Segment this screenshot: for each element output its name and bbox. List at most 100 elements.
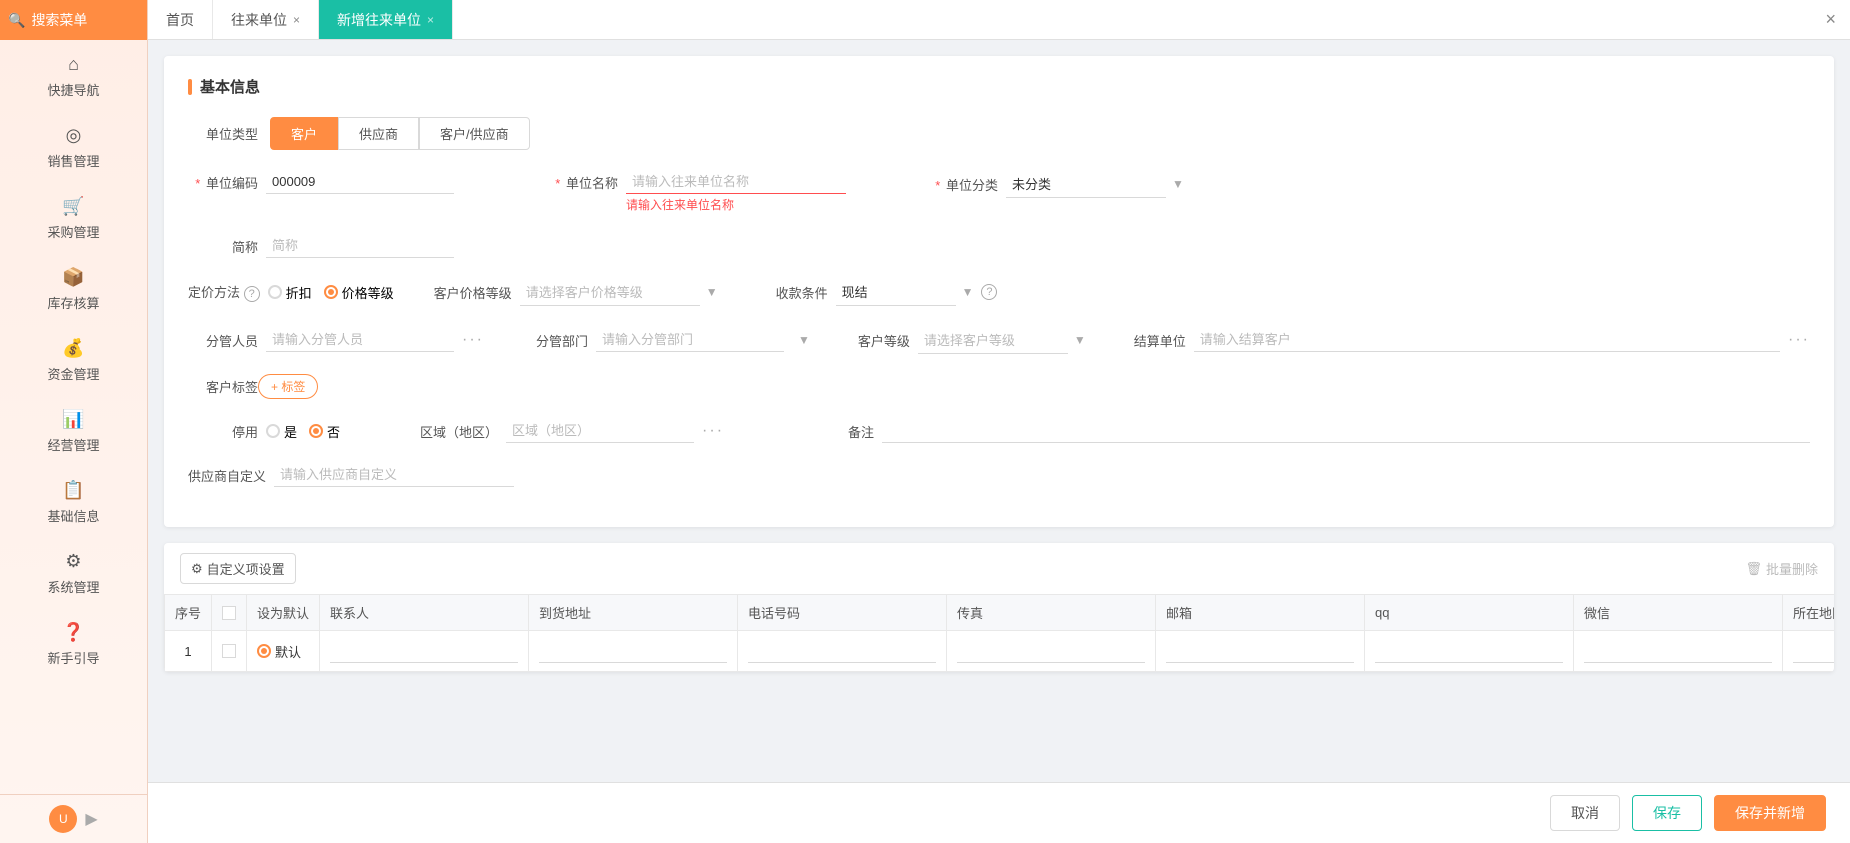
wechat-input[interactable] (1584, 639, 1772, 663)
save-button[interactable]: 保存 (1632, 795, 1702, 831)
manager-row: 分管人员 ··· 分管部门 ▼ 客户等级 请选择客户等级 (188, 326, 1810, 354)
customer-tag-label: 客户标签 (188, 377, 258, 396)
supplier-custom-label: 供应商自定义 (188, 466, 266, 485)
contact-input[interactable] (330, 639, 518, 663)
sidebar-item-inventory[interactable]: 📦 库存核算 (0, 253, 147, 324)
pricing-row: 定价方法 ? 折扣 价格等级 (188, 278, 1810, 306)
settlement-unit-more-btn[interactable]: ··· (1788, 331, 1810, 349)
row-default-label: 默认 (275, 642, 301, 661)
sidebar-item-label: 资金管理 (47, 364, 99, 383)
pricing-radio-discount[interactable]: 折扣 (268, 283, 312, 302)
note-field: 备注 (804, 419, 1810, 443)
manager-more-btn[interactable]: ··· (462, 331, 484, 349)
pricing-radio-price-level[interactable]: 价格等级 (324, 283, 394, 302)
region-more-btn[interactable]: ··· (702, 422, 724, 440)
phone-input[interactable] (748, 639, 936, 663)
sidebar-item-system[interactable]: ⚙ 系统管理 (0, 537, 147, 608)
short-name-input[interactable] (266, 234, 454, 258)
unit-type-customer[interactable]: 客户 (270, 117, 338, 150)
unit-code-required-star: * (195, 176, 200, 191)
tab-new-contact[interactable]: 新增往来单位 × (319, 0, 453, 39)
region-label: 区域（地区） (420, 422, 498, 441)
settlement-unit-label: 结算单位 (1116, 331, 1186, 350)
unit-code-input[interactable] (266, 170, 454, 194)
sidebar-search-item[interactable]: 🔍 搜索菜单 (0, 0, 147, 40)
operations-icon: 📊 (62, 407, 86, 431)
th-seq: 序号 (165, 595, 212, 631)
th-fax: 传真 (947, 595, 1156, 631)
region-table-input[interactable] (1793, 639, 1834, 663)
table-row: 1 默认 (165, 631, 1835, 672)
settlement-unit-input[interactable] (1194, 328, 1780, 352)
disable-radio-yes[interactable]: 是 (266, 422, 297, 441)
disable-radio-no[interactable]: 否 (309, 422, 340, 441)
unit-category-select[interactable]: 未分类 ▼ (1006, 170, 1184, 198)
qq-input[interactable] (1375, 639, 1563, 663)
row-checkbox[interactable] (222, 644, 236, 658)
manager-input[interactable] (266, 328, 454, 352)
batch-delete-button[interactable]: 🗑 批量删除 (1745, 559, 1818, 578)
unit-name-input[interactable] (626, 170, 846, 194)
sidebar-item-quick-nav[interactable]: ⌂ 快捷导航 (0, 40, 147, 111)
sidebar-item-guide[interactable]: ❓ 新手引导 (0, 608, 147, 679)
sales-icon: ◎ (62, 123, 86, 147)
unit-type-row: 单位类型 客户 供应商 客户/供应商 (188, 117, 1810, 150)
unit-type-both[interactable]: 客户/供应商 (419, 117, 530, 150)
add-tag-button[interactable]: + 标签 (258, 374, 318, 399)
region-input[interactable] (506, 419, 694, 443)
sidebar-item-purchase[interactable]: 🛒 采购管理 (0, 182, 147, 253)
tab-contacts-close[interactable]: × (293, 13, 300, 27)
tab-home[interactable]: 首页 (148, 0, 213, 39)
email-input[interactable] (1166, 639, 1354, 663)
unit-code-label: * 单位编码 (188, 173, 258, 192)
th-address: 到货地址 (529, 595, 738, 631)
payment-condition-help[interactable]: ? (981, 284, 997, 300)
supplier-custom-input[interactable] (274, 463, 514, 487)
region-field: 区域（地区） ··· (420, 419, 724, 443)
sidebar-item-finance[interactable]: 💰 资金管理 (0, 324, 147, 395)
sidebar-item-label: 快捷导航 (47, 80, 99, 99)
disable-radio-no-circle (309, 424, 323, 438)
sidebar-avatar[interactable]: U (49, 805, 77, 833)
department-input[interactable] (596, 328, 784, 352)
row-default-radio-circle (257, 644, 271, 658)
tab-new-contact-close[interactable]: × (427, 13, 434, 27)
sidebar-item-operations[interactable]: 📊 经营管理 (0, 395, 147, 466)
settings-icon: ⚙ (191, 561, 203, 577)
settlement-unit-field: 结算单位 ··· (1116, 328, 1810, 352)
section-title-bar (188, 79, 192, 95)
table-header-row: 序号 设为默认 联系人 到货地址 电话号码 传真 邮箱 qq (165, 595, 1835, 631)
finance-icon: 💰 (62, 336, 86, 360)
customer-level-select[interactable]: 请选择客户等级 ▼ (918, 326, 1086, 354)
customer-price-level-select[interactable]: 请选择客户价格等级 ▼ (520, 278, 718, 306)
tab-new-contact-label: 新增往来单位 (337, 10, 421, 30)
pricing-method-help[interactable]: ? (244, 286, 260, 302)
custom-settings-button[interactable]: ⚙ 自定义项设置 (180, 553, 296, 584)
contact-table: 序号 设为默认 联系人 到货地址 电话号码 传真 邮箱 qq (164, 594, 1834, 672)
tab-home-label: 首页 (166, 10, 194, 30)
row-default-radio[interactable]: 默认 (257, 642, 309, 661)
sidebar-item-basic[interactable]: 📋 基础信息 (0, 466, 147, 537)
sidebar-item-label: 库存核算 (47, 293, 99, 312)
customer-level-label: 客户等级 (840, 331, 910, 350)
save-new-button[interactable]: 保存并新增 (1714, 795, 1826, 831)
sidebar-expand-icon[interactable]: ▶ (85, 809, 97, 829)
section-title-text: 基本信息 (200, 76, 260, 97)
sidebar-bottom: U ▶ (0, 794, 147, 843)
td-region (1783, 631, 1834, 672)
td-email (1156, 631, 1365, 672)
sidebar-item-sales[interactable]: ◎ 销售管理 (0, 111, 147, 182)
tab-contacts[interactable]: 往来单位 × (213, 0, 319, 39)
customer-price-level-placeholder: 请选择客户价格等级 (520, 278, 700, 306)
section-title: 基本信息 (188, 76, 1810, 97)
cancel-button[interactable]: 取消 (1550, 795, 1620, 831)
header-checkbox[interactable] (222, 606, 236, 620)
supplier-custom-row: 供应商自定义 (188, 463, 1810, 487)
fax-input[interactable] (957, 639, 1145, 663)
unit-type-supplier[interactable]: 供应商 (338, 117, 419, 150)
address-input[interactable] (539, 639, 727, 663)
payment-condition-select[interactable]: 现结 ▼ (836, 278, 974, 306)
note-input[interactable] (882, 419, 1810, 443)
tab-bar-close-all[interactable]: × (1811, 0, 1850, 39)
unit-category-required-star: * (935, 178, 940, 193)
